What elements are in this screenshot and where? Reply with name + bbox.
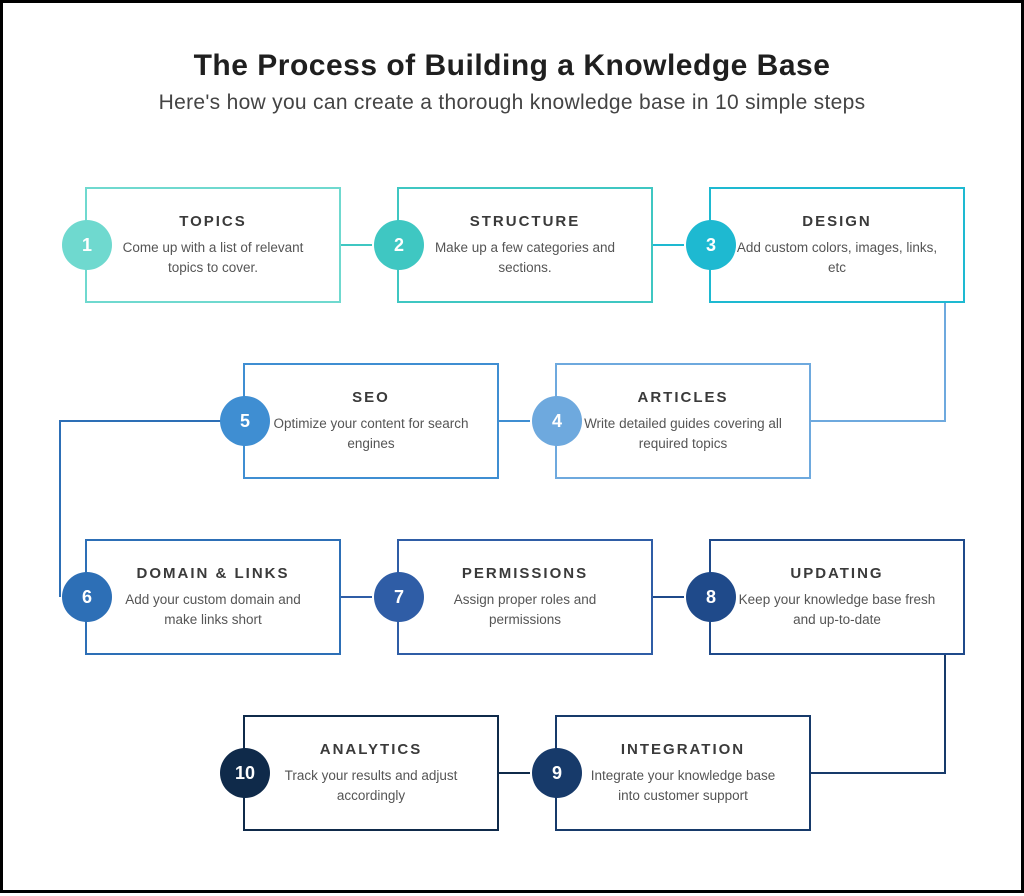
step-box-4: 4ARTICLESWrite detailed guides covering …: [555, 363, 811, 479]
step-description: Add your custom domain and make links sh…: [105, 590, 321, 629]
step-number-badge: 8: [686, 572, 736, 622]
step-description: Track your results and adjust accordingl…: [263, 766, 479, 805]
step-box-7: 7PERMISSIONSAssign proper roles and perm…: [397, 539, 653, 655]
connector-lines: [3, 3, 1024, 896]
step-label: DESIGN: [802, 213, 872, 230]
step-box-8: 8UPDATINGKeep your knowledge base fresh …: [709, 539, 965, 655]
step-number-badge: 6: [62, 572, 112, 622]
step-description: Add custom colors, images, links, etc: [729, 238, 945, 277]
step-label: ANALYTICS: [320, 741, 422, 758]
step-number-badge: 5: [220, 396, 270, 446]
step-box-2: 2STRUCTUREMake up a few categories and s…: [397, 187, 653, 303]
step-label: INTEGRATION: [621, 741, 745, 758]
diagram-frame: The Process of Building a Knowledge Base…: [0, 0, 1024, 893]
step-label: PERMISSIONS: [462, 565, 588, 582]
step-description: Assign proper roles and permissions: [417, 590, 633, 629]
step-label: ARTICLES: [638, 389, 729, 406]
step-label: DOMAIN & LINKS: [137, 565, 290, 582]
step-description: Write detailed guides covering all requi…: [575, 414, 791, 453]
step-box-5: 5SEOOptimize your content for search eng…: [243, 363, 499, 479]
step-number-badge: 4: [532, 396, 582, 446]
step-description: Integrate your knowledge base into custo…: [575, 766, 791, 805]
step-description: Optimize your content for search engines: [263, 414, 479, 453]
step-box-10: 10ANALYTICSTrack your results and adjust…: [243, 715, 499, 831]
diagram-stage: 1 TOPICS Come up with a list of relevant t…: [3, 3, 1021, 890]
step-number-badge: 2: [374, 220, 424, 270]
step-description: Keep your knowledge base fresh and up-to…: [729, 590, 945, 629]
step-description: Come up with a list of relevant topics t…: [105, 238, 321, 277]
step-number-badge: 9: [532, 748, 582, 798]
step-label: STRUCTURE: [470, 213, 581, 230]
step-number-badge: 3: [686, 220, 736, 270]
step-label: UPDATING: [790, 565, 883, 582]
step-box-9: 9INTEGRATIONIntegrate your knowledge bas…: [555, 715, 811, 831]
step-label: TOPICS: [179, 213, 247, 230]
step-description: Make up a few categories and sections.: [417, 238, 633, 277]
step-number-badge: 10: [220, 748, 270, 798]
step-number-badge: 1: [62, 220, 112, 270]
step-number-badge: 7: [374, 572, 424, 622]
step-box-6: 6DOMAIN & LINKSAdd your custom domain an…: [85, 539, 341, 655]
step-box-1: 1TOPICSCome up with a list of relevant t…: [85, 187, 341, 303]
step-box-3: 3DESIGNAdd custom colors, images, links,…: [709, 187, 965, 303]
step-label: SEO: [352, 389, 390, 406]
